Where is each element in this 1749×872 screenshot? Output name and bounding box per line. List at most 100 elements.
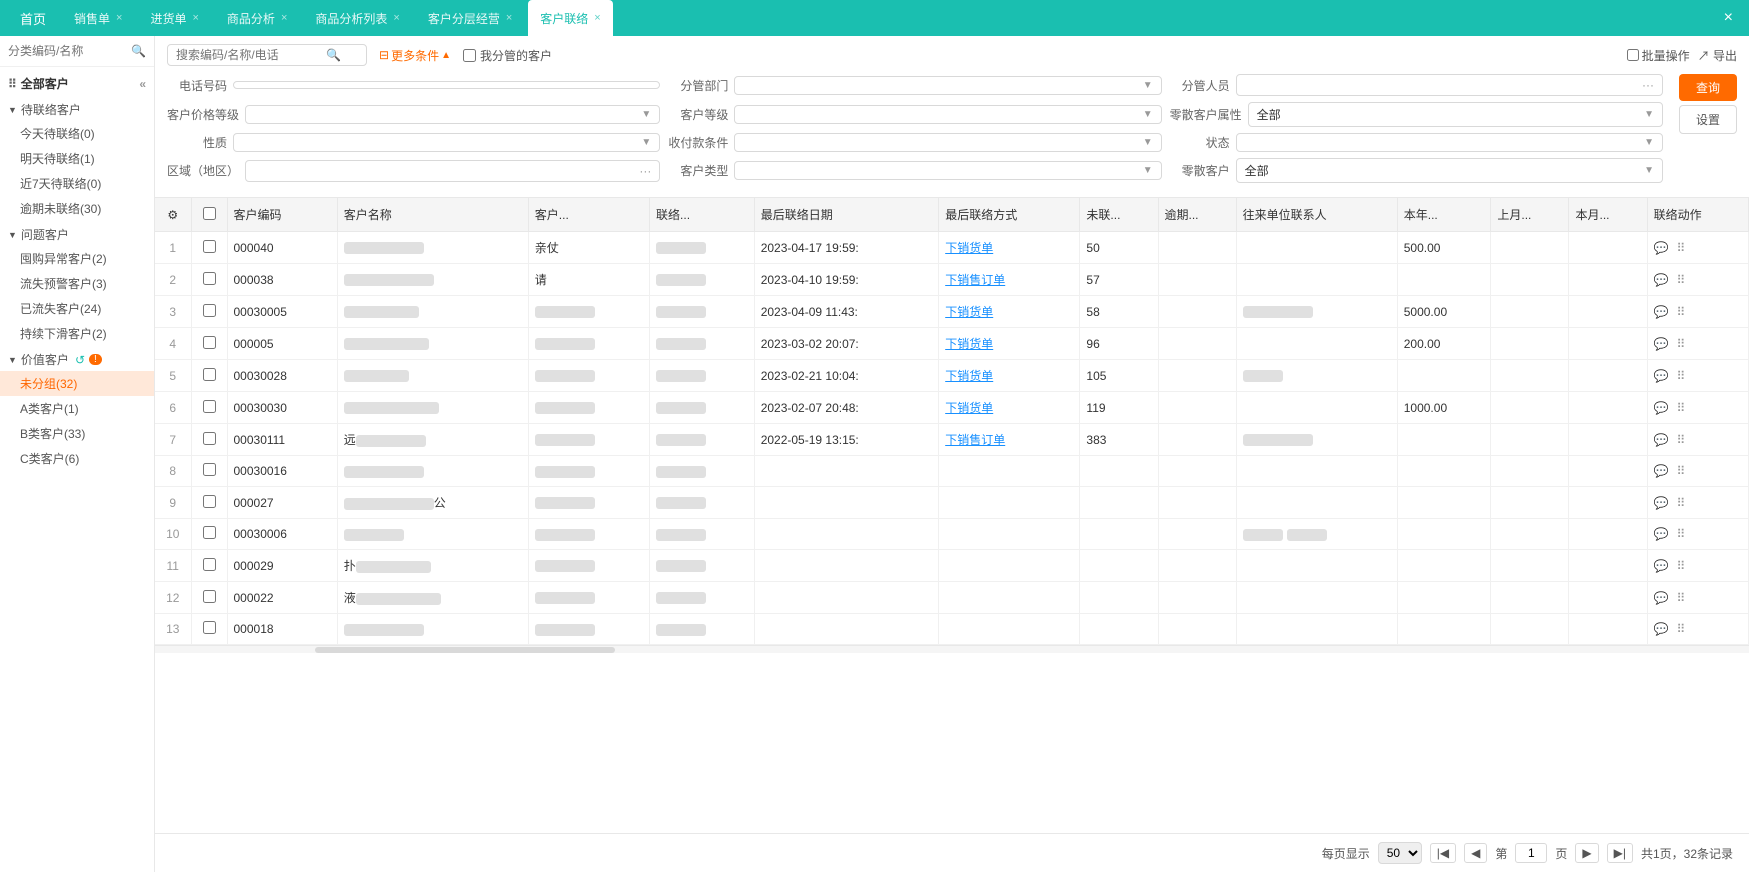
grid-action-icon[interactable]: ⠿ <box>1677 273 1686 287</box>
nav-home[interactable]: 首页 <box>8 0 58 36</box>
grid-action-icon[interactable]: ⠿ <box>1677 622 1686 636</box>
row-checkbox[interactable] <box>191 456 227 487</box>
filter-nature-input[interactable]: ▼ <box>233 133 660 152</box>
last-method-link[interactable]: 下销货单 <box>945 337 993 351</box>
sidebar-group-problem[interactable]: ▼ 问题客户 <box>0 221 154 246</box>
close-customer-layer-icon[interactable]: × <box>506 12 512 24</box>
sidebar-search-icon[interactable]: 🔍 <box>131 44 146 58</box>
row-last-method[interactable] <box>939 582 1080 614</box>
filter-phone-input[interactable] <box>233 81 660 89</box>
nav-tab-customer-layer[interactable]: 客户分层经营 × <box>416 0 524 36</box>
col-settings[interactable]: ⚙ <box>155 198 191 232</box>
chat-icon[interactable]: 💬 <box>1654 527 1669 541</box>
my-customers-check[interactable] <box>463 49 476 62</box>
row-last-method[interactable] <box>939 614 1080 645</box>
chat-icon[interactable]: 💬 <box>1654 401 1669 415</box>
refresh-icon[interactable]: ↺ <box>75 353 85 367</box>
row-checkbox[interactable] <box>191 424 227 456</box>
filter-customer-level-input[interactable]: ▼ <box>734 105 1161 124</box>
settings-icon[interactable]: ⚙ <box>167 208 178 222</box>
filter-status-input[interactable]: ▼ <box>1236 133 1663 152</box>
filter-payment-input[interactable]: ▼ <box>734 133 1161 152</box>
select-all-checkbox[interactable] <box>203 207 216 220</box>
close-window-button[interactable]: × <box>1716 9 1741 27</box>
sidebar-group-pending[interactable]: ▼ 待联络客户 <box>0 96 154 121</box>
sidebar-item-ungroup[interactable]: 未分组(32) <box>0 371 154 396</box>
sidebar-item-7days[interactable]: 近7天待联络(0) <box>0 171 154 196</box>
horizontal-scrollbar[interactable] <box>155 645 1749 653</box>
row-checkbox[interactable] <box>191 264 227 296</box>
sidebar-item-churn-warning[interactable]: 流失预警客户(3) <box>0 271 154 296</box>
batch-operate-button[interactable]: 批量操作 <box>1627 47 1690 64</box>
reset-button[interactable]: 设置 <box>1679 105 1737 134</box>
chat-icon[interactable]: 💬 <box>1654 337 1669 351</box>
main-search-input[interactable] <box>176 48 326 62</box>
nav-tab-product-list[interactable]: 商品分析列表 × <box>303 0 411 36</box>
row-checkbox[interactable] <box>191 487 227 519</box>
last-method-link[interactable]: 下销货单 <box>945 305 993 319</box>
row-last-method[interactable]: 下销货单 <box>939 328 1080 360</box>
all-customers-label[interactable]: 全部客户 <box>21 75 69 92</box>
sidebar-search-box[interactable]: 🔍 <box>0 36 154 67</box>
prev-page-button[interactable]: ◀ <box>1464 843 1487 863</box>
row-checkbox[interactable] <box>191 550 227 582</box>
row-checkbox[interactable] <box>191 360 227 392</box>
next-page-button[interactable]: ▶ <box>1575 843 1598 863</box>
grid-action-icon[interactable]: ⠿ <box>1677 337 1686 351</box>
grid-action-icon[interactable]: ⠿ <box>1677 433 1686 447</box>
filter-retail-customer-input[interactable]: 全部▼ <box>1236 158 1663 183</box>
row-last-method[interactable]: 下销货单 <box>939 296 1080 328</box>
filter-region-input[interactable]: ··· <box>245 160 660 182</box>
row-last-method[interactable]: 下销货单 <box>939 392 1080 424</box>
chat-icon[interactable]: 💬 <box>1654 464 1669 478</box>
grid-action-icon[interactable]: ⠿ <box>1677 464 1686 478</box>
close-product-list-icon[interactable]: × <box>393 12 399 24</box>
grid-action-icon[interactable]: ⠿ <box>1677 401 1686 415</box>
sidebar-item-abnormal[interactable]: 囤购异常客户(2) <box>0 246 154 271</box>
row-last-method[interactable] <box>939 487 1080 519</box>
main-search-icon[interactable]: 🔍 <box>326 48 341 62</box>
row-last-method[interactable]: 下销售订单 <box>939 424 1080 456</box>
sidebar-item-today[interactable]: 今天待联络(0) <box>0 121 154 146</box>
row-last-method[interactable]: 下销货单 <box>939 360 1080 392</box>
first-page-button[interactable]: |◀ <box>1430 843 1456 863</box>
chat-icon[interactable]: 💬 <box>1654 622 1669 636</box>
col-checkbox[interactable] <box>191 198 227 232</box>
sidebar-item-declining[interactable]: 持续下滑客户(2) <box>0 321 154 346</box>
row-checkbox[interactable] <box>191 328 227 360</box>
more-conditions-button[interactable]: ⊟ 更多条件 ▲ <box>379 47 451 64</box>
per-page-select[interactable]: 50 <box>1378 842 1422 864</box>
sidebar-item-class-c[interactable]: C类客户(6) <box>0 446 154 471</box>
my-customers-checkbox[interactable]: 我分管的客户 <box>463 47 552 64</box>
row-last-method[interactable]: 下销售订单 <box>939 264 1080 296</box>
grid-action-icon[interactable]: ⠿ <box>1677 527 1686 541</box>
nav-tab-purchase[interactable]: 进货单 × <box>138 0 210 36</box>
row-last-method[interactable] <box>939 456 1080 487</box>
sidebar-group-value[interactable]: ▼ 价值客户 ↺ ! <box>0 346 154 371</box>
main-search-box[interactable]: 🔍 <box>167 44 367 66</box>
filter-retail-attr-input[interactable]: 全部▼ <box>1248 102 1663 127</box>
filter-dept-input[interactable]: ▼ <box>734 76 1161 95</box>
search-button[interactable]: 查询 <box>1679 74 1737 101</box>
grid-action-icon[interactable]: ⠿ <box>1677 496 1686 510</box>
last-method-link[interactable]: 下销货单 <box>945 369 993 383</box>
grid-action-icon[interactable]: ⠿ <box>1677 559 1686 573</box>
sidebar-item-class-a[interactable]: A类客户(1) <box>0 396 154 421</box>
chat-icon[interactable]: 💬 <box>1654 559 1669 573</box>
row-checkbox[interactable] <box>191 232 227 264</box>
row-checkbox[interactable] <box>191 392 227 424</box>
sidebar-item-churned[interactable]: 已流失客户(24) <box>0 296 154 321</box>
sidebar-item-tomorrow[interactable]: 明天待联络(1) <box>0 146 154 171</box>
current-page-input[interactable] <box>1515 843 1547 863</box>
close-sales-tab-icon[interactable]: × <box>116 12 122 24</box>
row-checkbox[interactable] <box>191 614 227 645</box>
export-button[interactable]: ↗ 导出 <box>1698 47 1737 64</box>
chat-icon[interactable]: 💬 <box>1654 496 1669 510</box>
scrollbar-thumb[interactable] <box>315 647 615 653</box>
chat-icon[interactable]: 💬 <box>1654 273 1669 287</box>
chat-icon[interactable]: 💬 <box>1654 305 1669 319</box>
last-method-link[interactable]: 下销货单 <box>945 401 993 415</box>
sidebar-collapse-icon[interactable]: « <box>139 77 146 91</box>
filter-price-level-input[interactable]: ▼ <box>245 105 660 124</box>
nav-tab-product-analysis[interactable]: 商品分析 × <box>215 0 299 36</box>
